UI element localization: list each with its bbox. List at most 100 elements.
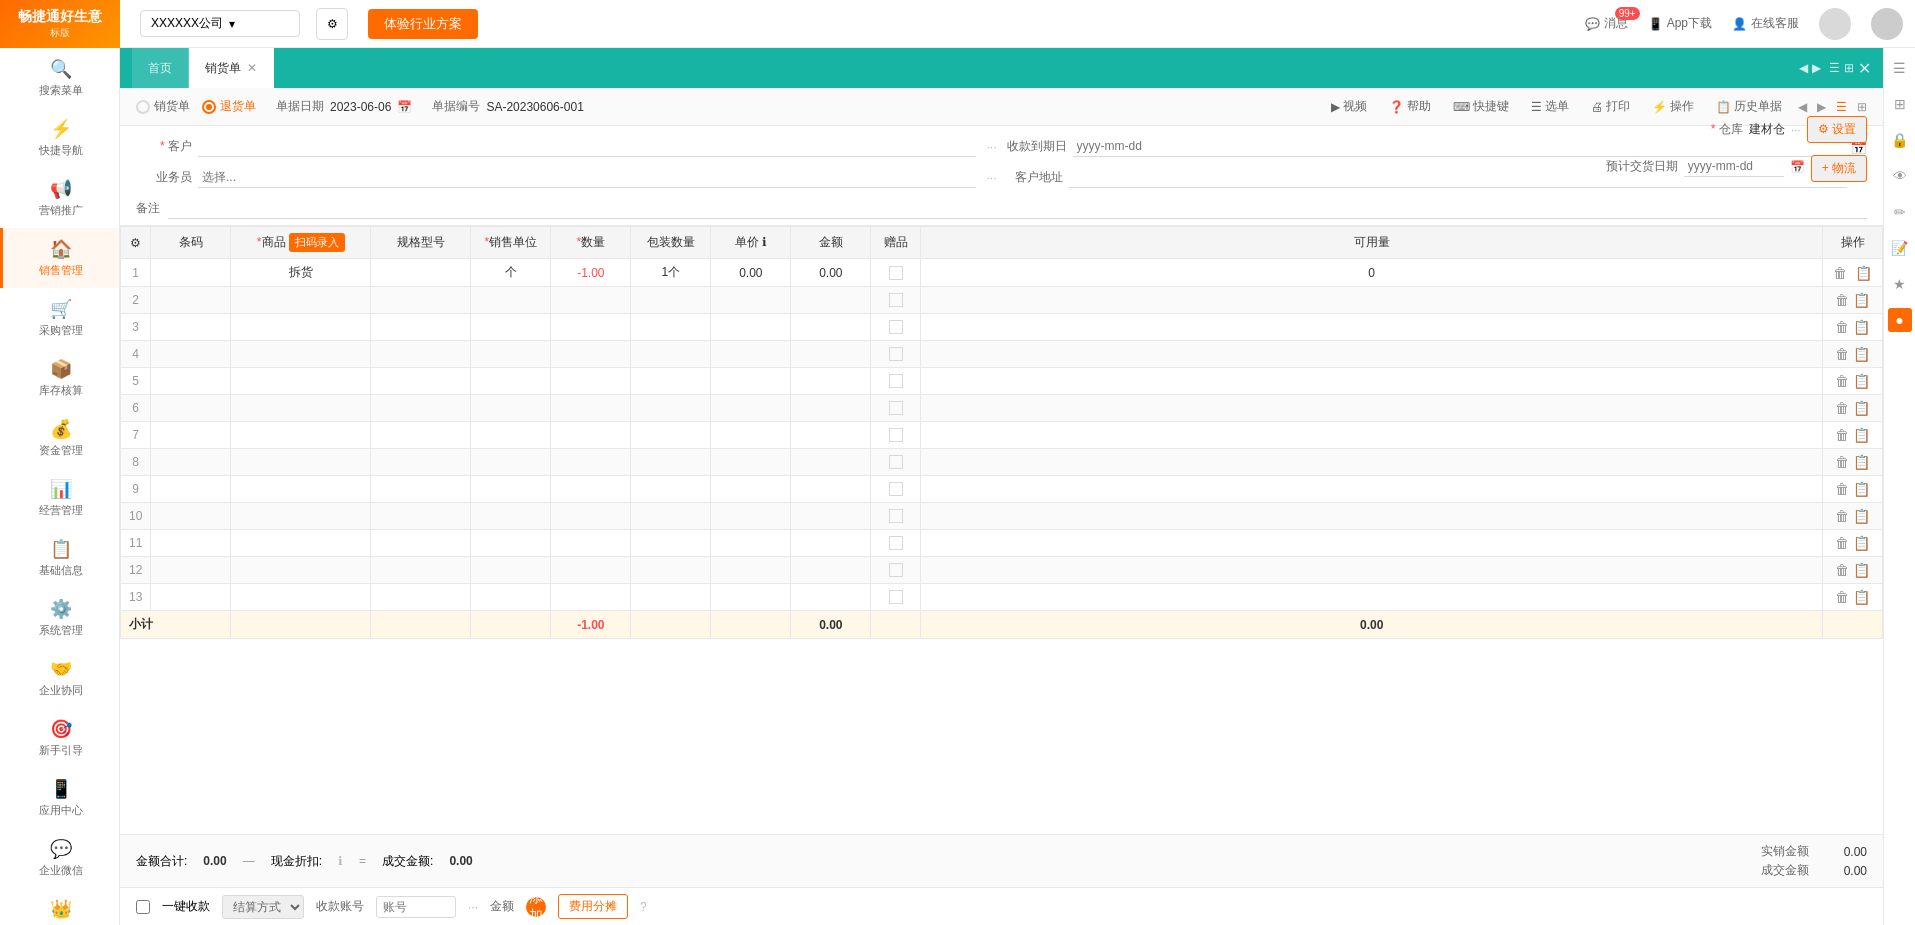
delete-icon-11[interactable]: 🗑 — [1835, 535, 1849, 551]
row-unit-price-1[interactable]: 0.00 — [711, 259, 791, 287]
row-spec-12[interactable] — [371, 557, 471, 584]
row-pkg-qty-7[interactable] — [631, 422, 711, 449]
row-unit-12[interactable] — [471, 557, 551, 584]
copy-icon-1[interactable]: 📋 — [1855, 265, 1872, 281]
logistics-button[interactable]: + 物流 — [1811, 155, 1867, 182]
delete-icon-2[interactable]: 🗑 — [1835, 292, 1849, 308]
account-input[interactable] — [376, 896, 456, 918]
settings-button[interactable]: ⚙ — [316, 8, 348, 40]
copy-icon-9[interactable]: 📋 — [1853, 481, 1870, 497]
row-qty-1[interactable]: -1.00 — [551, 259, 631, 287]
row-product-9[interactable] — [231, 476, 371, 503]
messages-button[interactable]: 💬 消息 99+ — [1585, 15, 1628, 32]
view-grid-icon[interactable]: ⊞ — [1857, 100, 1867, 114]
select-btn[interactable]: ☰ 选单 — [1525, 96, 1575, 117]
copy-icon-5[interactable]: 📋 — [1853, 373, 1870, 389]
tab-nav-next-icon[interactable]: ▶ — [1812, 61, 1821, 75]
row-qty-11[interactable] — [551, 530, 631, 557]
setting-button[interactable]: ⚙ 设置 — [1807, 116, 1867, 143]
customer-dots-icon[interactable]: ··· — [986, 140, 996, 154]
row-unit-2[interactable] — [471, 287, 551, 314]
row-spec-1[interactable] — [371, 259, 471, 287]
operate-btn[interactable]: ⚡ 操作 — [1646, 96, 1700, 117]
row-unit-price-8[interactable] — [711, 449, 791, 476]
row-barcode-6[interactable] — [151, 395, 231, 422]
row-unit-13[interactable] — [471, 584, 551, 611]
row-spec-3[interactable] — [371, 314, 471, 341]
row-product-12[interactable] — [231, 557, 371, 584]
sidebar-item-member[interactable]: 👑 畅会员 — [0, 888, 119, 925]
row-qty-5[interactable] — [551, 368, 631, 395]
row-spec-6[interactable] — [371, 395, 471, 422]
delete-icon-10[interactable]: 🗑 — [1835, 508, 1849, 524]
row-gift-4[interactable] — [871, 341, 921, 368]
delete-icon-12[interactable]: 🗑 — [1835, 562, 1849, 578]
tab-sales-order[interactable]: 销货单 ✕ — [189, 48, 274, 88]
row-unit-8[interactable] — [471, 449, 551, 476]
trial-button[interactable]: 体验行业方案 — [368, 9, 478, 39]
right-panel-icon-5[interactable]: ✏ — [1888, 200, 1912, 224]
row-product-7[interactable] — [231, 422, 371, 449]
one-click-checkbox[interactable] — [136, 900, 150, 914]
sidebar-item-basic[interactable]: 📋 基础信息 — [0, 528, 119, 588]
copy-icon-6[interactable]: 📋 — [1853, 400, 1870, 416]
row-product-4[interactable] — [231, 341, 371, 368]
row-qty-7[interactable] — [551, 422, 631, 449]
row-qty-6[interactable] — [551, 395, 631, 422]
row-amount-5[interactable] — [791, 368, 871, 395]
copy-icon-13[interactable]: 📋 — [1853, 589, 1870, 605]
sidebar-item-enterprise[interactable]: 🤝 企业协同 — [0, 648, 119, 708]
tab-home[interactable]: 首页 — [132, 48, 189, 88]
row-pkg-qty-9[interactable] — [631, 476, 711, 503]
row-spec-4[interactable] — [371, 341, 471, 368]
delete-icon-5[interactable]: 🗑 — [1835, 373, 1849, 389]
row-barcode-3[interactable] — [151, 314, 231, 341]
delete-icon-8[interactable]: 🗑 — [1835, 454, 1849, 470]
nav-right-icon[interactable]: ▶ — [1817, 100, 1826, 114]
row-qty-13[interactable] — [551, 584, 631, 611]
row-qty-8[interactable] — [551, 449, 631, 476]
row-unit-price-3[interactable] — [711, 314, 791, 341]
right-panel-icon-3[interactable]: 🔒 — [1888, 128, 1912, 152]
row-unit-price-5[interactable] — [711, 368, 791, 395]
sidebar-item-apps[interactable]: 📱 应用中心 — [0, 768, 119, 828]
row-barcode-10[interactable] — [151, 503, 231, 530]
copy-icon-12[interactable]: 📋 — [1853, 562, 1870, 578]
row-spec-7[interactable] — [371, 422, 471, 449]
shortcut-btn[interactable]: ⌨ 快捷键 — [1447, 96, 1515, 117]
row-gift-12[interactable] — [871, 557, 921, 584]
remarks-input[interactable] — [168, 198, 1867, 219]
row-amount-6[interactable] — [791, 395, 871, 422]
row-qty-2[interactable] — [551, 287, 631, 314]
row-qty-10[interactable] — [551, 503, 631, 530]
col-config[interactable]: ⚙ — [121, 227, 151, 259]
row-qty-9[interactable] — [551, 476, 631, 503]
row-barcode-1[interactable] — [151, 259, 231, 287]
avatar[interactable] — [1819, 8, 1851, 40]
row-product-8[interactable] — [231, 449, 371, 476]
tab-close-icon[interactable]: ✕ — [247, 61, 257, 75]
row-unit-price-10[interactable] — [711, 503, 791, 530]
row-unit-9[interactable] — [471, 476, 551, 503]
sidebar-item-search[interactable]: 🔍 搜索菜单 — [0, 48, 119, 108]
tab-close-all-icon[interactable]: ✕ — [1858, 59, 1871, 78]
row-pkg-qty-11[interactable] — [631, 530, 711, 557]
help-btn[interactable]: ❓ 帮助 — [1383, 96, 1437, 117]
row-product-10[interactable] — [231, 503, 371, 530]
calendar-icon[interactable]: 📅 — [397, 100, 412, 114]
sidebar-item-quick-nav[interactable]: ⚡ 快捷导航 — [0, 108, 119, 168]
row-barcode-7[interactable] — [151, 422, 231, 449]
radio-sales[interactable]: 销货单 — [136, 98, 190, 115]
row-product-5[interactable] — [231, 368, 371, 395]
discount-info-icon[interactable]: ℹ — [338, 854, 343, 868]
row-gift-5[interactable] — [871, 368, 921, 395]
row-amount-4[interactable] — [791, 341, 871, 368]
right-panel-icon-7[interactable]: ★ — [1888, 272, 1912, 296]
row-qty-3[interactable] — [551, 314, 631, 341]
row-unit-1[interactable]: 个 — [471, 259, 551, 287]
row-gift-2[interactable] — [871, 287, 921, 314]
row-pkg-qty-13[interactable] — [631, 584, 711, 611]
row-pkg-qty-3[interactable] — [631, 314, 711, 341]
scan-btn[interactable]: 扫码录入 — [289, 233, 345, 252]
row-unit-11[interactable] — [471, 530, 551, 557]
